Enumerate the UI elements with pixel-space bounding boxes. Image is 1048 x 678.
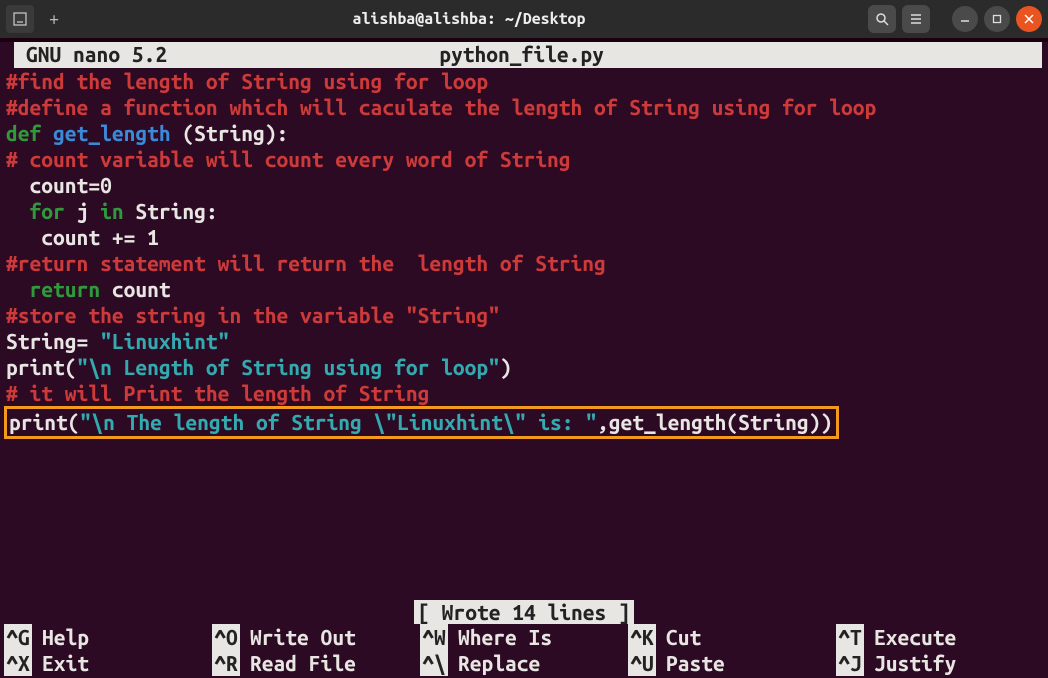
- minimize-button[interactable]: [952, 6, 978, 32]
- add-tab-button[interactable]: +: [38, 5, 70, 33]
- nano-app-name: GNU nano 5.2: [20, 42, 167, 68]
- nano-status: [ Wrote 14 lines ]: [0, 600, 1048, 624]
- editor-content[interactable]: #find the length of String using for loo…: [0, 68, 1048, 439]
- menu-button[interactable]: [902, 5, 930, 33]
- nano-header: GNU nano 5.2 python_file.py: [14, 42, 1042, 68]
- shortcut-row-1: ^GHelp ^OWrite Out ^WWhere Is ^KCut ^TEx…: [4, 624, 1044, 650]
- maximize-button[interactable]: [984, 6, 1010, 32]
- window-titlebar: + alishba@alishba: ~/Desktop: [0, 0, 1048, 38]
- nano-file-name: python_file.py: [167, 42, 1036, 68]
- highlighted-line: print("\n The length of String \"Linuxhi…: [4, 406, 839, 439]
- shortcut-row-2: ^XExit ^RRead File ^\Replace ^UPaste ^JJ…: [4, 650, 1044, 676]
- search-button[interactable]: [868, 5, 896, 33]
- new-tab-button[interactable]: [6, 5, 34, 33]
- terminal-area[interactable]: GNU nano 5.2 python_file.py #find the le…: [0, 42, 1048, 678]
- close-button[interactable]: [1016, 6, 1042, 32]
- window-title: alishba@alishba: ~/Desktop: [70, 10, 868, 28]
- nano-shortcuts: ^GHelp ^OWrite Out ^WWhere Is ^KCut ^TEx…: [0, 624, 1048, 678]
